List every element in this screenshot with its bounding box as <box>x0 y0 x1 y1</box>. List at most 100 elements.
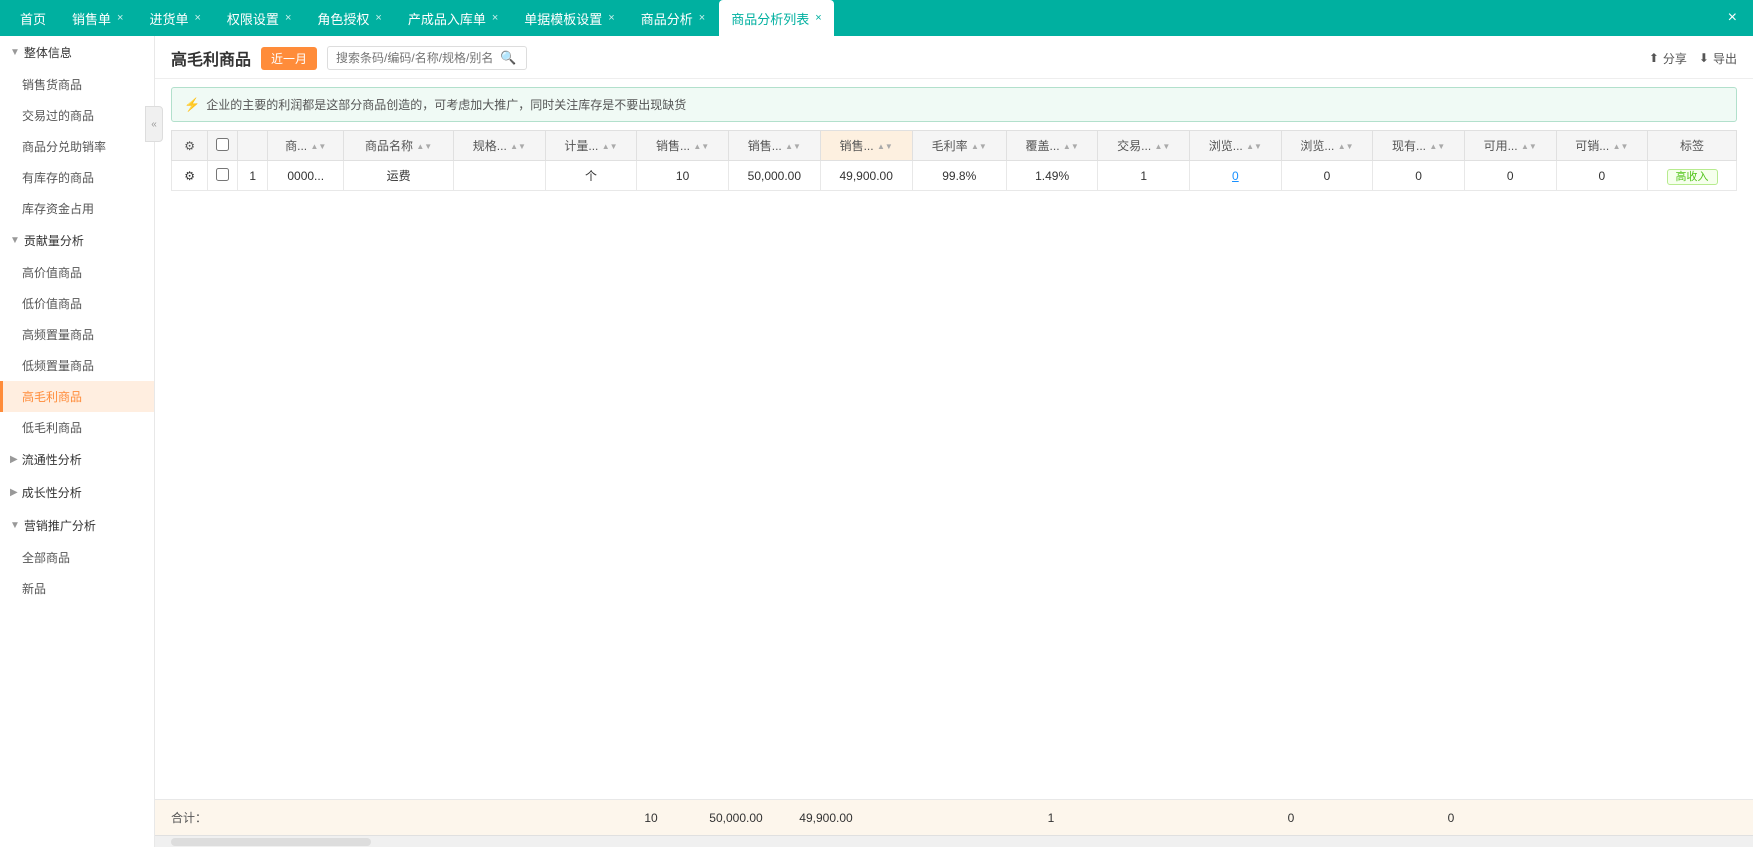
row-checkbox[interactable] <box>208 161 238 191</box>
sidebar-item-low-price-goods[interactable]: 低价值商品 <box>0 288 154 319</box>
sidebar-item-low-freq-goods[interactable]: 低频置量商品 <box>0 350 154 381</box>
row-checkbox-input[interactable] <box>216 168 229 181</box>
row-settings[interactable]: ⚙ <box>172 161 208 191</box>
scrollbar-thumb[interactable] <box>171 838 371 846</box>
sidebar-group-growth-analysis[interactable]: ▶ 成长性分析 <box>0 476 154 509</box>
col-saleable[interactable]: 可销... ▲▼ <box>1556 131 1648 161</box>
content-area: 高毛利商品 近一月 🔍 ⬆ 分享 ⬇ 导出 ⚡ 企业的主要的利润都是这部分商品创… <box>155 36 1753 847</box>
browse1-link[interactable]: 0 <box>1232 169 1239 183</box>
col-unit[interactable]: 计量... ▲▼ <box>545 131 637 161</box>
row-coverage: 1.49% <box>1006 161 1098 191</box>
main-layout: ▼ 整体信息 销售货商品 交易过的商品 商品分兑助销率 有库存的商品 库存资金占… <box>0 36 1753 847</box>
col-browse2[interactable]: 浏览... ▲▼ <box>1281 131 1373 161</box>
tab-purchase[interactable]: 进货单 × <box>137 0 212 36</box>
share-icon: ⬆ <box>1649 51 1659 65</box>
row-browse1[interactable]: 0 <box>1190 161 1282 191</box>
footer-empty4 <box>351 811 471 825</box>
col-transaction[interactable]: 交易... ▲▼ <box>1098 131 1190 161</box>
sidebar-item-inventory-capital[interactable]: 库存资金占用 <box>0 193 154 224</box>
sidebar-item-new-goods[interactable]: 新品 <box>0 573 154 604</box>
share-button[interactable]: ⬆ 分享 <box>1649 50 1687 67</box>
col-browse1[interactable]: 浏览... ▲▼ <box>1190 131 1282 161</box>
close-product-analysis[interactable]: × <box>699 12 705 24</box>
col-gross-margin[interactable]: 毛利率 ▲▼ <box>912 131 1006 161</box>
sidebar-item-inventory-goods[interactable]: 有库存的商品 <box>0 162 154 193</box>
search-wrap: 🔍 <box>327 46 527 70</box>
col-sales-cost[interactable]: 销售... ▲▼ <box>820 131 912 161</box>
close-role-permissions[interactable]: × <box>375 12 381 24</box>
footer-empty3 <box>291 811 351 825</box>
sidebar-item-high-freq-goods[interactable]: 高频置量商品 <box>0 319 154 350</box>
col-available-stock[interactable]: 可用... ▲▼ <box>1464 131 1556 161</box>
close-order-template[interactable]: × <box>608 12 614 24</box>
search-input[interactable] <box>336 51 496 65</box>
page-title: 高毛利商品 <box>171 46 251 70</box>
row-name: 运费 <box>344 161 454 191</box>
col-name[interactable]: 商品名称 ▲▼ <box>344 131 454 161</box>
sidebar-group-marketing-analysis[interactable]: ▼ 营销推广分析 <box>0 509 154 542</box>
sidebar-item-high-margin-goods[interactable]: 高毛利商品 <box>0 381 154 412</box>
sidebar-item-all-goods[interactable]: 全部商品 <box>0 542 154 573</box>
sidebar-item-sales-goods[interactable]: 销售货商品 <box>0 69 154 100</box>
close-permission-settings[interactable]: × <box>285 12 291 24</box>
col-sales-amount[interactable]: 销售... ▲▼ <box>728 131 820 161</box>
arrow-down-icon3: ▼ <box>10 520 20 531</box>
footer-cells: 10 50,000.00 49,900.00 1 0 0 <box>231 811 1737 825</box>
table-wrap: ⚙ 商... ▲▼ 商品名称 ▲▼ <box>171 130 1737 799</box>
sidebar-item-high-price-goods[interactable]: 高价值商品 <box>0 257 154 288</box>
period-button[interactable]: 近一月 <box>261 47 317 70</box>
product-table: ⚙ 商... ▲▼ 商品名称 ▲▼ <box>171 130 1737 191</box>
tab-role-permissions[interactable]: 角色授权 × <box>305 0 393 36</box>
row-available-stock: 0 <box>1464 161 1556 191</box>
tab-permission-settings[interactable]: 权限设置 × <box>215 0 303 36</box>
arrow-right-icon: ▶ <box>10 454 18 465</box>
close-product-analysis-list[interactable]: × <box>815 12 821 24</box>
col-sales-count[interactable]: 销售... ▲▼ <box>637 131 729 161</box>
col-code[interactable]: 商... ▲▼ <box>268 131 344 161</box>
row-gross-margin: 99.8% <box>912 161 1006 191</box>
close-all-button[interactable]: × <box>1720 9 1745 27</box>
col-checkbox <box>208 131 238 161</box>
row-num: 1 <box>238 161 268 191</box>
export-button[interactable]: ⬇ 导出 <box>1699 50 1737 67</box>
select-all-checkbox[interactable] <box>216 138 229 151</box>
sidebar-group-profit-analysis[interactable]: ▼ 贡献量分析 <box>0 224 154 257</box>
tab-home[interactable]: 首页 <box>8 0 58 36</box>
row-code: 0000... <box>268 161 344 191</box>
footer-current-stock: 0 <box>1251 811 1331 825</box>
sidebar-item-low-margin-goods[interactable]: 低毛利商品 <box>0 412 154 443</box>
table-row: ⚙ 1 0000... 运费 个 10 50,000.00 49,900.00 … <box>172 161 1737 191</box>
footer-label: 合计： <box>171 809 231 826</box>
tab-product-entry[interactable]: 产成品入库单 × <box>396 0 510 36</box>
arrow-down-icon: ▼ <box>10 47 20 58</box>
footer-sales-count: 10 <box>611 811 691 825</box>
close-sales-order[interactable]: × <box>117 12 123 24</box>
sidebar-item-goods-analysis[interactable]: 商品分兑助销率 <box>0 131 154 162</box>
col-spec[interactable]: 规格... ▲▼ <box>454 131 546 161</box>
sidebar-collapse-button[interactable]: « <box>145 106 163 142</box>
info-icon: ⚡ <box>184 97 200 113</box>
bottom-scrollbar[interactable] <box>155 835 1753 847</box>
footer-empty8 <box>941 811 1011 825</box>
content-header: 高毛利商品 近一月 🔍 ⬆ 分享 ⬇ 导出 <box>155 36 1753 79</box>
tab-sales-order[interactable]: 销售单 × <box>60 0 135 36</box>
export-icon: ⬇ <box>1699 51 1709 65</box>
footer-empty9 <box>1091 811 1171 825</box>
col-coverage[interactable]: 覆盖... ▲▼ <box>1006 131 1098 161</box>
sidebar-group-trend-analysis[interactable]: ▶ 流通性分析 <box>0 443 154 476</box>
col-tag: 标签 <box>1648 131 1737 161</box>
col-current-stock[interactable]: 现有... ▲▼ <box>1373 131 1465 161</box>
tab-product-analysis[interactable]: 商品分析 × <box>629 0 717 36</box>
tab-product-analysis-list[interactable]: 商品分析列表 × <box>719 0 833 36</box>
col-settings[interactable]: ⚙ <box>172 131 208 161</box>
arrow-right-icon2: ▶ <box>10 487 18 498</box>
sidebar-item-traded-goods[interactable]: 交易过的商品 <box>0 100 154 131</box>
sidebar-group-overall-info[interactable]: ▼ 整体信息 <box>0 36 154 69</box>
row-saleable: 0 <box>1556 161 1648 191</box>
close-purchase[interactable]: × <box>194 12 200 24</box>
row-sales-amount: 50,000.00 <box>728 161 820 191</box>
footer-empty5 <box>471 811 551 825</box>
tab-order-template[interactable]: 单据模板设置 × <box>512 0 626 36</box>
footer-empty1 <box>231 811 261 825</box>
close-product-entry[interactable]: × <box>492 12 498 24</box>
